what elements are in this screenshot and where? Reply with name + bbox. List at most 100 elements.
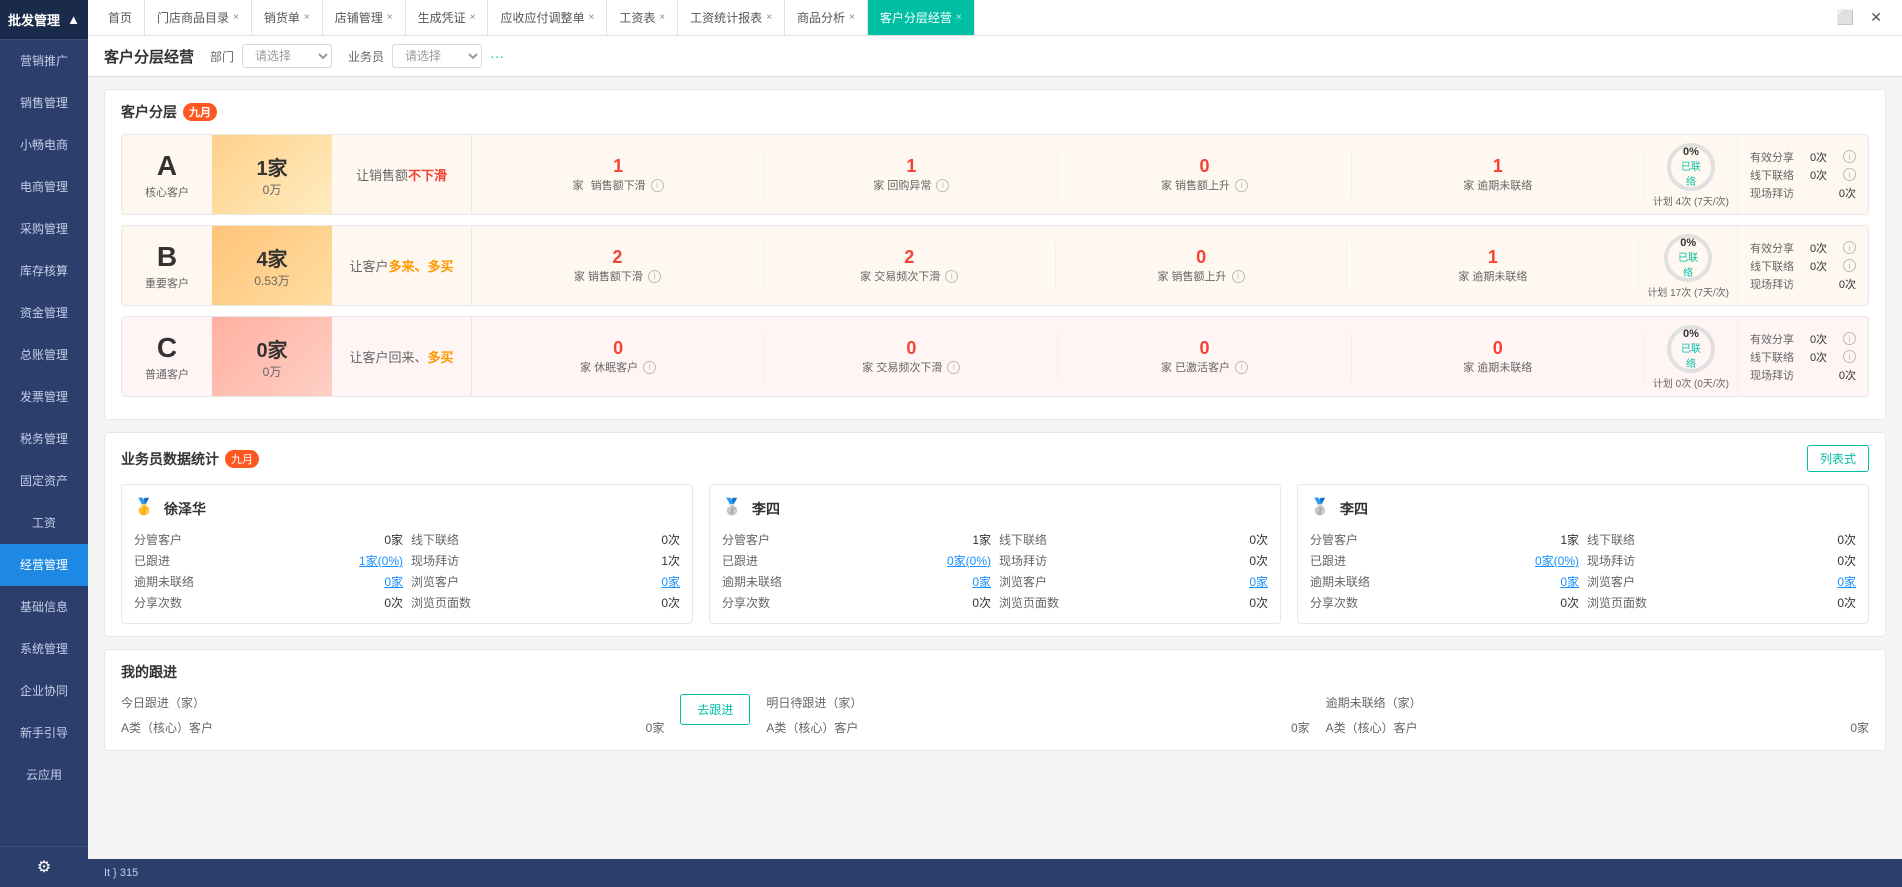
dept-select[interactable]: 请选择 [242, 44, 332, 68]
tab-close-product-analysis[interactable]: × [849, 12, 855, 23]
info-icon[interactable]: i [1843, 259, 1856, 272]
tab-customer-tier[interactable]: 客户分层经营 × [868, 0, 975, 36]
more-filter-btn[interactable]: ··· [490, 48, 504, 64]
tier-c-stat-4: 0 家 逾期未联络 [1352, 332, 1645, 381]
staff-3-stat-followed: 已跟进 0家(0%) [1310, 552, 1579, 569]
tier-b-main: 4家 0.53万 [212, 226, 332, 305]
staff-2-stat-visit: 现场拜访 0次 [999, 552, 1268, 569]
sidebar-item-payroll[interactable]: 工资 [0, 502, 88, 544]
staff-2-stat-customers: 分管客户 1家 [722, 531, 991, 548]
tab-voucher[interactable]: 生成凭证 × [406, 0, 489, 36]
tab-payroll-report[interactable]: 工资统计报表 × [678, 0, 785, 36]
bottom-bar-text: It } 315 [104, 867, 138, 879]
tab-close-all-icon[interactable]: ✕ [1866, 7, 1886, 28]
info-icon[interactable]: i [1235, 361, 1248, 374]
staff-select[interactable]: 请选择 [392, 44, 482, 68]
sidebar-item-finance[interactable]: 资金管理 [0, 292, 88, 334]
tab-store-products[interactable]: 门店商品目录 × [145, 0, 252, 36]
info-icon[interactable]: i [1843, 241, 1856, 254]
content-area: 客户分层经营 部门 请选择 业务员 请选择 ··· 客户分层 九月 [88, 36, 1902, 859]
tab-close-payroll-report[interactable]: × [766, 12, 772, 23]
page-title: 客户分层经营 [104, 46, 194, 67]
sidebar-item-cloud-app[interactable]: 云应用 [0, 754, 88, 796]
sidebar-item-micro-ecom[interactable]: 小畅电商 [0, 124, 88, 166]
info-icon[interactable]: i [1235, 179, 1248, 192]
info-icon[interactable]: i [1232, 270, 1245, 283]
tab-close-store-mgmt[interactable]: × [387, 12, 393, 23]
staff-1-stat-visit: 现场拜访 1次 [411, 552, 680, 569]
settings-icon[interactable]: ⚙ [37, 857, 51, 877]
tab-bar: 首页 门店商品目录 × 销货单 × 店铺管理 × 生成凭证 × 应收应付调整单 … [88, 0, 1902, 36]
staff-1-stat-customers: 分管客户 0家 [134, 531, 403, 548]
sidebar-top[interactable]: 批发管理 ▲ [0, 0, 88, 40]
staff-grid: 🥇 徐泽华 分管客户 0家 线下联络 0次 已跟进 [121, 484, 1869, 624]
staff-1-stat-followed: 已跟进 1家(0%) [134, 552, 403, 569]
bottom-bar: It } 315 [88, 859, 1902, 887]
staff-3-stat-customers: 分管客户 1家 [1310, 531, 1579, 548]
followup-today-title: 今日跟进（家） [121, 694, 664, 711]
info-icon[interactable]: i [947, 361, 960, 374]
sidebar-item-inventory[interactable]: 库存核算 [0, 250, 88, 292]
followup-tomorrow-title: 明日待跟进（家） [766, 694, 1309, 711]
tab-close-store-products[interactable]: × [233, 12, 239, 23]
sidebar-item-basic-info[interactable]: 基础信息 [0, 586, 88, 628]
info-icon[interactable]: i [1843, 332, 1856, 345]
sidebar-item-marketing[interactable]: 营销推广 [0, 40, 88, 82]
sidebar-item-sys-mgmt[interactable]: 系统管理 [0, 628, 88, 670]
info-icon[interactable]: i [1843, 350, 1856, 363]
sidebar-item-biz-mgmt[interactable]: 经营管理 [0, 544, 88, 586]
sidebar-item-enterprise[interactable]: 企业协同 [0, 670, 88, 712]
info-icon[interactable]: i [651, 179, 664, 192]
staff-card-2: 🥈 李四 分管客户 1家 线下联络 0次 已跟进 [709, 484, 1281, 624]
info-icon[interactable]: i [936, 179, 949, 192]
staff-filter: 业务员 请选择 ··· [348, 44, 504, 68]
sidebar-item-fixed-assets[interactable]: 固定资产 [0, 460, 88, 502]
sidebar-item-ledger[interactable]: 总账管理 [0, 334, 88, 376]
sidebar-settings[interactable]: ⚙ [0, 846, 88, 887]
tier-b-right-stats: 有效分享 0次 i 线下联络 0次 i 现场拜访 0次 [1738, 234, 1868, 298]
tab-home[interactable]: 首页 [96, 0, 145, 36]
info-icon[interactable]: i [643, 361, 656, 374]
tab-receivable[interactable]: 应收应付调整单 × [488, 0, 607, 36]
tier-c-right-stats: 有效分享 0次 i 线下联络 0次 i 现场拜访 0次 [1738, 325, 1868, 389]
info-icon[interactable]: i [945, 270, 958, 283]
tab-restore-icon[interactable]: ⬜ [1833, 7, 1858, 28]
sidebar-item-sales[interactable]: 销售管理 [0, 82, 88, 124]
staff-2-stat-offline: 线下联络 0次 [999, 531, 1268, 548]
tier-b-stat-4: 1 家 逾期未联络 [1347, 241, 1639, 290]
sidebar-item-new-guide[interactable]: 新手引导 [0, 712, 88, 754]
tab-payroll-table[interactable]: 工资表 × [607, 0, 678, 36]
staff-3-stat-pages: 浏览页面数 0次 [1587, 594, 1856, 611]
tab-store-mgmt[interactable]: 店铺管理 × [323, 0, 406, 36]
main-area: 首页 门店商品目录 × 销货单 × 店铺管理 × 生成凭证 × 应收应付调整单 … [88, 0, 1902, 887]
info-icon[interactable]: i [1843, 150, 1856, 163]
info-icon[interactable]: i [1843, 168, 1856, 181]
staff-1-name: 徐泽华 [164, 499, 206, 519]
staff-3-stat-browse: 浏览客户 0家 [1587, 573, 1856, 590]
staff-label: 业务员 [348, 48, 384, 65]
tab-close-sales-order[interactable]: × [304, 12, 310, 23]
circle-container: 0% 已联络 [1665, 141, 1717, 193]
staff-2-stat-browse: 浏览客户 0家 [999, 573, 1268, 590]
staff-2-badge: 🥈 [722, 497, 746, 521]
sidebar-item-tax[interactable]: 税务管理 [0, 418, 88, 460]
list-view-button[interactable]: 列表式 [1807, 445, 1869, 472]
tab-close-customer-tier[interactable]: × [956, 12, 962, 23]
tab-sales-order[interactable]: 销货单 × [252, 0, 323, 36]
tier-b-stat-1: 2 家 销售额下滑 i [472, 241, 764, 290]
info-icon[interactable]: i [648, 270, 661, 283]
tab-close-payroll-table[interactable]: × [659, 12, 665, 23]
biz-stats-month-badge: 九月 [225, 450, 259, 468]
staff-3-name: 李四 [1340, 499, 1368, 519]
tier-a-right-stats: 有效分享 0次 i 线下联络 0次 i 现场拜访 0次 [1738, 143, 1868, 207]
tab-close-receivable[interactable]: × [588, 12, 594, 23]
sidebar-item-invoice[interactable]: 发票管理 [0, 376, 88, 418]
followup-goto-button[interactable]: 去跟进 [680, 694, 750, 725]
sidebar-item-ecom[interactable]: 电商管理 [0, 166, 88, 208]
tab-close-voucher[interactable]: × [470, 12, 476, 23]
staff-1-stat-overdue: 逾期未联络 0家 [134, 573, 403, 590]
sidebar-item-purchase[interactable]: 采购管理 [0, 208, 88, 250]
tab-product-analysis[interactable]: 商品分析 × [785, 0, 868, 36]
tier-row-a: A 核心客户 1家 0万 让销售额不下滑 1 家 销售额下滑 i 1 [121, 134, 1869, 215]
tier-c-stat-1: 0 家 休眠客户 i [472, 332, 765, 381]
